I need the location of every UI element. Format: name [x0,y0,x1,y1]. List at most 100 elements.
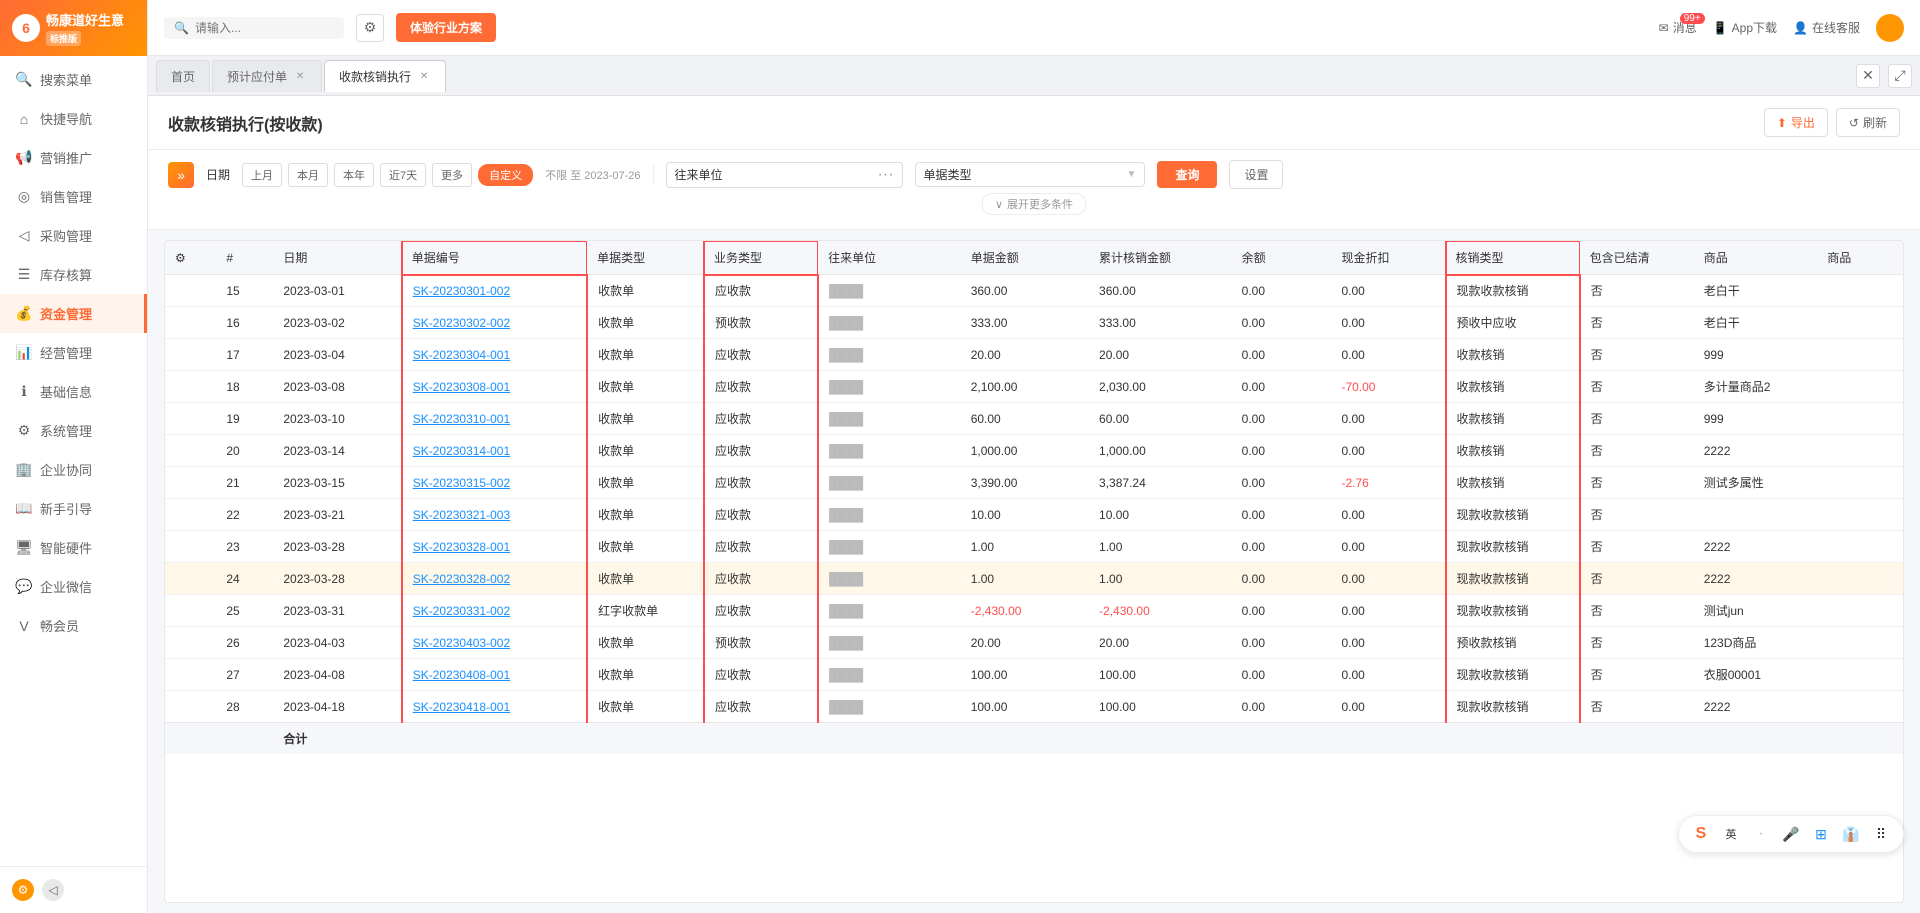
table-cell: 2023-03-14 [273,435,401,467]
sidebar-footer: ⚙ ◁ [0,866,147,913]
sidebar-item-quick[interactable]: ⌂ 快捷导航 [0,99,147,138]
voucher-no-cell[interactable]: SK-20230408-001 [402,659,587,691]
voucher-no-cell[interactable]: SK-20230302-002 [402,307,587,339]
voucher-no-cell[interactable]: SK-20230301-002 [402,275,587,307]
topbar: 🔍 ⚙ 体验行业方案 ✉ 消息 99+ 📱 App下载 👤 在线客服 [148,0,1920,56]
th-cash-discount[interactable]: 现金折扣 [1331,241,1445,275]
online-service-button[interactable]: 👤 在线客服 [1793,19,1860,36]
sidebar-item-enterprise[interactable]: 🏢 企业协同 [0,450,147,489]
sidebar-item-marketing[interactable]: 📢 营销推广 [0,138,147,177]
float-icon-s[interactable]: S [1689,822,1713,846]
voucher-no-cell[interactable]: SK-20230308-001 [402,371,587,403]
table-header-row: ⚙ # 日期 单据编号 单据类型 业务类型 往来单位 单据金额 累计核销金额 余… [165,241,1903,275]
expand-tab-button[interactable]: ⤢ [1888,64,1912,88]
date-custom-btn[interactable]: 自定义 [478,164,533,186]
th-biz-type[interactable]: 业务类型 [704,241,818,275]
th-partner[interactable]: 往来单位 [818,241,961,275]
date-this-year-btn[interactable]: 本年 [334,163,374,187]
date-more-btn[interactable]: 更多 [432,163,472,187]
th-product2[interactable]: 商品 [1817,241,1903,275]
system-icon: ⚙ [16,423,32,439]
table-cell [165,691,216,723]
date-last-month-btn[interactable]: 上月 [242,163,282,187]
voucher-no-cell[interactable]: SK-20230315-002 [402,467,587,499]
voucher-type-input[interactable] [972,168,1127,182]
refresh-button[interactable]: ↺ 刷新 [1836,108,1900,137]
float-icon-mic[interactable]: 🎤 [1779,822,1803,846]
tabbar: 首页 预计应付单 ✕ 收款核销执行 ✕ ✕ ⤢ [148,56,1920,96]
date-this-month-btn[interactable]: 本月 [288,163,328,187]
table-cell: 20.00 [1089,627,1232,659]
sidebar-item-hardware[interactable]: 🖥 智能硬件 [0,528,147,567]
th-settings[interactable]: ⚙ [165,241,216,275]
sidebar-item-purchase[interactable]: ◁ 采购管理 [0,216,147,255]
filter-toggle-button[interactable]: » [168,162,194,188]
th-voucher-type[interactable]: 单据类型 [587,241,704,275]
voucher-no-cell[interactable]: SK-20230328-002 [402,563,587,595]
avatar[interactable] [1876,14,1904,42]
float-icon-shirt[interactable]: 👔 [1839,822,1863,846]
sidebar-item-sales[interactable]: ◎ 销售管理 [0,177,147,216]
sidebar-item-guide[interactable]: 📖 新手引导 [0,489,147,528]
date-7days-btn[interactable]: 近7天 [380,163,426,187]
settings-footer-icon[interactable]: ⚙ [12,879,34,901]
tab-prepay-close[interactable]: ✕ [293,69,307,83]
sidebar-item-system[interactable]: ⚙ 系统管理 [0,411,147,450]
float-icon-dot[interactable]: · [1749,822,1773,846]
partner-filter-input[interactable] [723,168,878,182]
table-cell: 17 [216,339,273,371]
tab-home-label: 首页 [171,68,195,85]
tab-receipt-close[interactable]: ✕ [417,69,431,83]
th-product[interactable]: 商品 [1694,241,1818,275]
voucher-no-cell[interactable]: SK-20230403-002 [402,627,587,659]
sidebar-item-search[interactable]: 🔍 搜索菜单 [0,60,147,99]
voucher-no-cell[interactable]: SK-20230314-001 [402,435,587,467]
voucher-no-cell[interactable]: SK-20230328-001 [402,531,587,563]
tab-prepay[interactable]: 预计应付单 ✕ [212,60,322,92]
float-icon-grid[interactable]: ⊞ [1809,822,1833,846]
app-download-button[interactable]: 📱 App下载 [1713,19,1777,36]
th-date[interactable]: 日期 [273,241,401,275]
sidebar-item-wechat[interactable]: 💬 企业微信 [0,567,147,606]
table-cell: 收款单 [587,339,704,371]
expand-more-button[interactable]: ∨ 展开更多条件 [982,193,1086,215]
th-amount[interactable]: 单据金额 [961,241,1089,275]
filter-divider-1 [653,165,654,185]
sidebar-item-basic[interactable]: ℹ 基础信息 [0,372,147,411]
message-button[interactable]: ✉ 消息 99+ [1659,19,1697,36]
voucher-no-cell[interactable]: SK-20230418-001 [402,691,587,723]
sidebar-item-inventory[interactable]: ☰ 库存核算 [0,255,147,294]
float-icon-apps[interactable]: ⠿ [1869,822,1893,846]
close-tab-button[interactable]: ✕ [1856,64,1880,88]
table-cell: 收款单 [587,691,704,723]
th-balance[interactable]: 余额 [1232,241,1332,275]
table-row: 282023-04-18SK-20230418-001收款单应收款████100… [165,691,1903,723]
basic-icon: ℹ [16,384,32,400]
voucher-no-cell[interactable]: SK-20230331-002 [402,595,587,627]
tab-home[interactable]: 首页 [156,60,210,92]
sidebar-item-finance[interactable]: 💰 资金管理 [0,294,147,333]
query-button[interactable]: 查询 [1157,161,1217,188]
table-cell [1694,499,1818,531]
th-write-off-type[interactable]: 核销类型 [1446,241,1580,275]
topbar-search-input[interactable] [195,21,334,35]
column-settings-icon[interactable]: ⚙ [175,251,186,265]
float-icon-en[interactable]: 英 [1719,822,1743,846]
collapse-footer-icon[interactable]: ◁ [42,879,64,901]
export-button[interactable]: ⬆ 导出 [1764,108,1828,137]
table-cell: 2023-03-31 [273,595,401,627]
topbar-gear-button[interactable]: ⚙ [356,14,384,42]
partner-filter-dots[interactable]: ··· [878,166,894,184]
voucher-no-cell[interactable]: SK-20230304-001 [402,339,587,371]
th-voucher-no[interactable]: 单据编号 [402,241,587,275]
voucher-no-cell[interactable]: SK-20230321-003 [402,499,587,531]
sidebar-item-operations[interactable]: 📊 经营管理 [0,333,147,372]
th-write-off-amount[interactable]: 累计核销金额 [1089,241,1232,275]
solution-button[interactable]: 体验行业方案 [396,13,496,42]
setting-button[interactable]: 设置 [1229,160,1283,189]
tab-receipt[interactable]: 收款核销执行 ✕ [324,60,446,92]
th-include-settled[interactable]: 包含已结清 [1580,241,1694,275]
sidebar-item-member[interactable]: V 畅会员 [0,606,147,645]
write-off-type-cell: 现款收款核销 [1446,595,1580,627]
voucher-no-cell[interactable]: SK-20230310-001 [402,403,587,435]
